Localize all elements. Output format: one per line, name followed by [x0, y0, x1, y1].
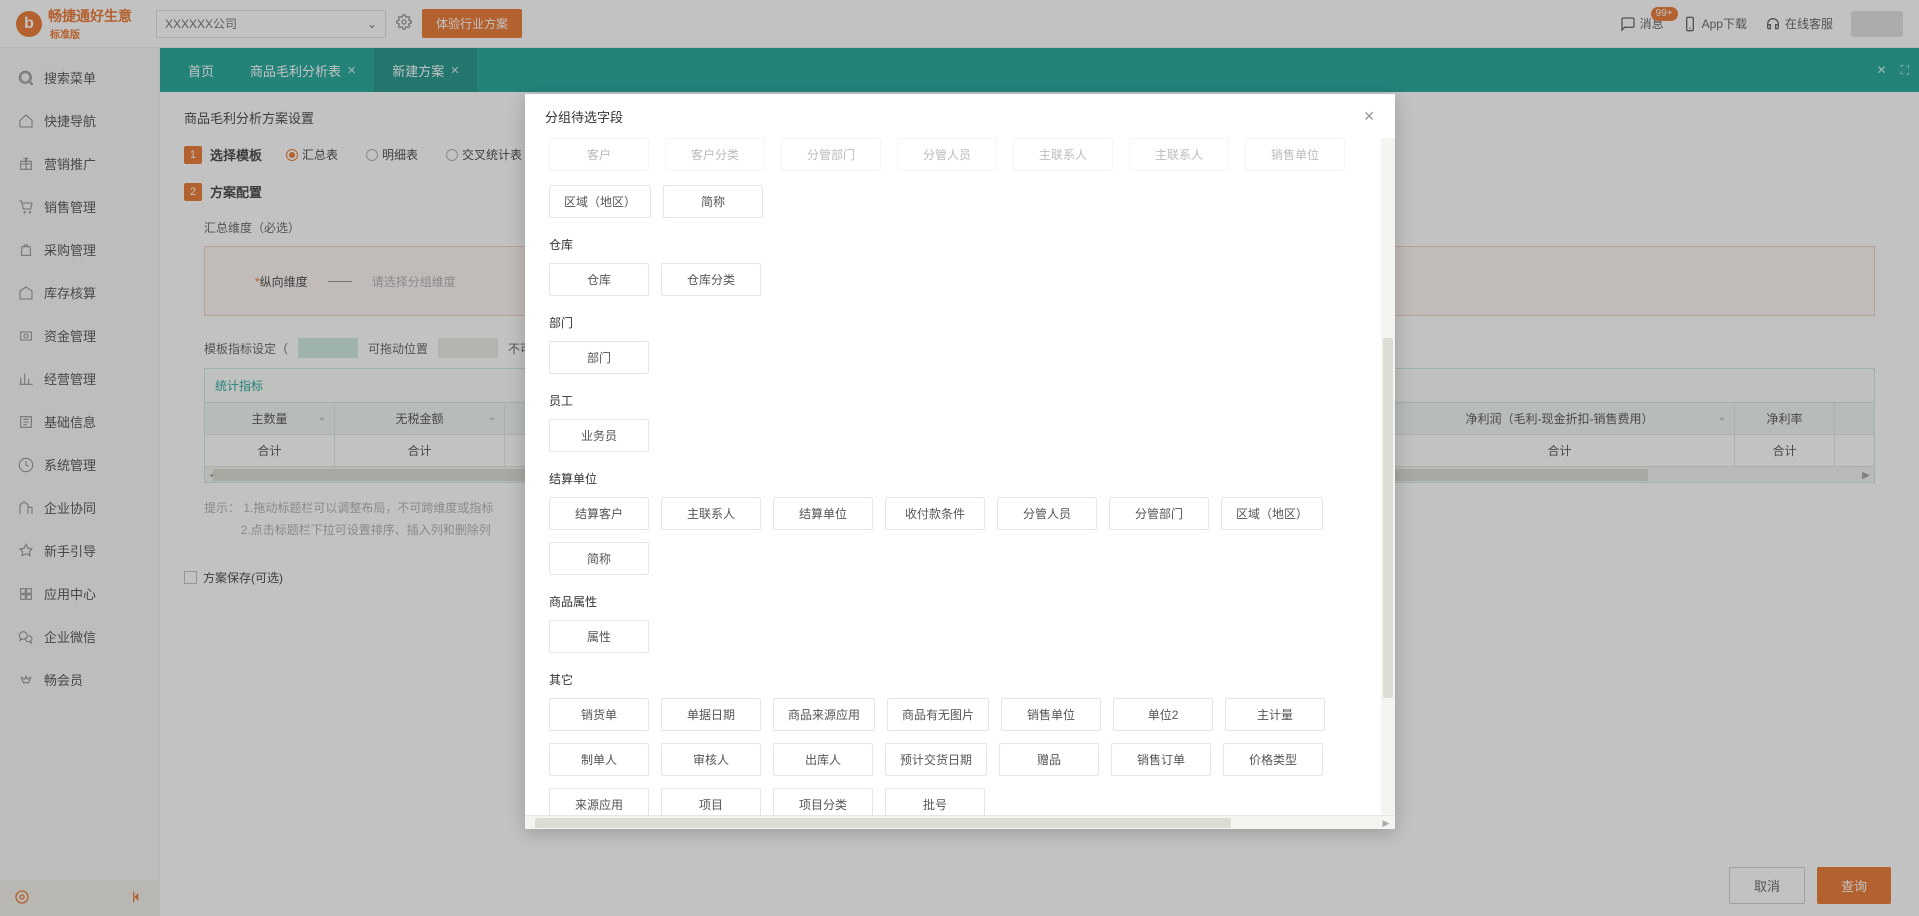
field-chip[interactable]: 销售单位 [1245, 138, 1345, 171]
chip-row: 部门 [549, 341, 1371, 374]
field-chip[interactable]: 简称 [549, 542, 649, 575]
field-chip[interactable]: 预计交货日期 [885, 743, 987, 776]
field-chip[interactable]: 业务员 [549, 419, 649, 452]
chip-row: 仓库仓库分类 [549, 263, 1371, 296]
modal-vscroll[interactable] [1381, 138, 1395, 815]
modal-header: 分组待选字段 ✕ [525, 94, 1395, 138]
field-chip[interactable]: 赠品 [999, 743, 1099, 776]
chip-row: 来源应用项目项目分类批号 [549, 788, 1371, 815]
field-chip[interactable]: 区域（地区） [549, 185, 651, 218]
field-chip[interactable]: 价格类型 [1223, 743, 1323, 776]
field-chip[interactable]: 部门 [549, 341, 649, 374]
field-chip[interactable]: 主计量 [1225, 698, 1325, 731]
scroll-thumb[interactable] [1383, 338, 1393, 698]
chip-row: 业务员 [549, 419, 1371, 452]
chip-row: 结算客户主联系人结算单位收付款条件分管人员分管部门区域（地区） [549, 497, 1371, 530]
modal-hscroll[interactable]: ▶ [525, 815, 1395, 829]
field-chip[interactable]: 来源应用 [549, 788, 649, 815]
field-chip[interactable]: 主联系人 [661, 497, 761, 530]
field-chip[interactable]: 简称 [663, 185, 763, 218]
field-chip[interactable]: 项目分类 [773, 788, 873, 815]
field-chip[interactable]: 单据日期 [661, 698, 761, 731]
field-chip[interactable]: 结算客户 [549, 497, 649, 530]
modal-title: 分组待选字段 [545, 107, 623, 126]
field-chip[interactable]: 制单人 [549, 743, 649, 776]
field-chip[interactable]: 销售单位 [1001, 698, 1101, 731]
field-chip[interactable]: 客户 [549, 138, 649, 171]
field-chip[interactable]: 分管部门 [781, 138, 881, 171]
group-title: 商品属性 [549, 593, 1371, 610]
chip-row: 简称 [549, 542, 1371, 575]
field-chip[interactable]: 批号 [885, 788, 985, 815]
field-chip[interactable]: 仓库分类 [661, 263, 761, 296]
chip-row: 制单人审核人出库人预计交货日期赠品销售订单价格类型 [549, 743, 1371, 776]
scroll-right-icon[interactable]: ▶ [1379, 816, 1393, 830]
field-picker-modal: 分组待选字段 ✕ 客户客户分类分管部门分管人员主联系人主联系人销售单位 区域（地… [525, 94, 1395, 829]
chip-row: 销货单单据日期商品来源应用商品有无图片销售单位单位2 主计量 [549, 698, 1371, 731]
field-chip[interactable]: 分管人员 [897, 138, 997, 171]
close-icon[interactable]: ✕ [1363, 108, 1375, 125]
group-title: 其它 [549, 671, 1371, 688]
field-chip[interactable]: 区域（地区） [1221, 497, 1323, 530]
field-chip[interactable]: 商品来源应用 [773, 698, 875, 731]
field-chip[interactable]: 销售订单 [1111, 743, 1211, 776]
field-chip[interactable]: 属性 [549, 620, 649, 653]
field-chip[interactable]: 出库人 [773, 743, 873, 776]
field-chip[interactable]: 分管人员 [997, 497, 1097, 530]
field-chip[interactable]: 销货单 [549, 698, 649, 731]
field-chip[interactable]: 收付款条件 [885, 497, 985, 530]
field-chip[interactable]: 仓库 [549, 263, 649, 296]
field-chip[interactable]: 单位2 [1113, 698, 1213, 731]
field-chip[interactable]: 主联系人 [1129, 138, 1229, 171]
group-title: 部门 [549, 314, 1371, 331]
chip-row: 属性 [549, 620, 1371, 653]
field-chip[interactable]: 审核人 [661, 743, 761, 776]
field-chip[interactable]: 项目 [661, 788, 761, 815]
modal-body: 客户客户分类分管部门分管人员主联系人主联系人销售单位 区域（地区）简称 仓库仓库… [525, 138, 1395, 815]
field-chip[interactable]: 分管部门 [1109, 497, 1209, 530]
field-chip[interactable]: 客户分类 [665, 138, 765, 171]
group-title: 员工 [549, 392, 1371, 409]
field-chip[interactable]: 结算单位 [773, 497, 873, 530]
scroll-thumb[interactable] [535, 818, 1231, 828]
group-title: 仓库 [549, 236, 1371, 253]
field-chip[interactable]: 主联系人 [1013, 138, 1113, 171]
field-chip[interactable]: 商品有无图片 [887, 698, 989, 731]
group-title: 结算单位 [549, 470, 1371, 487]
